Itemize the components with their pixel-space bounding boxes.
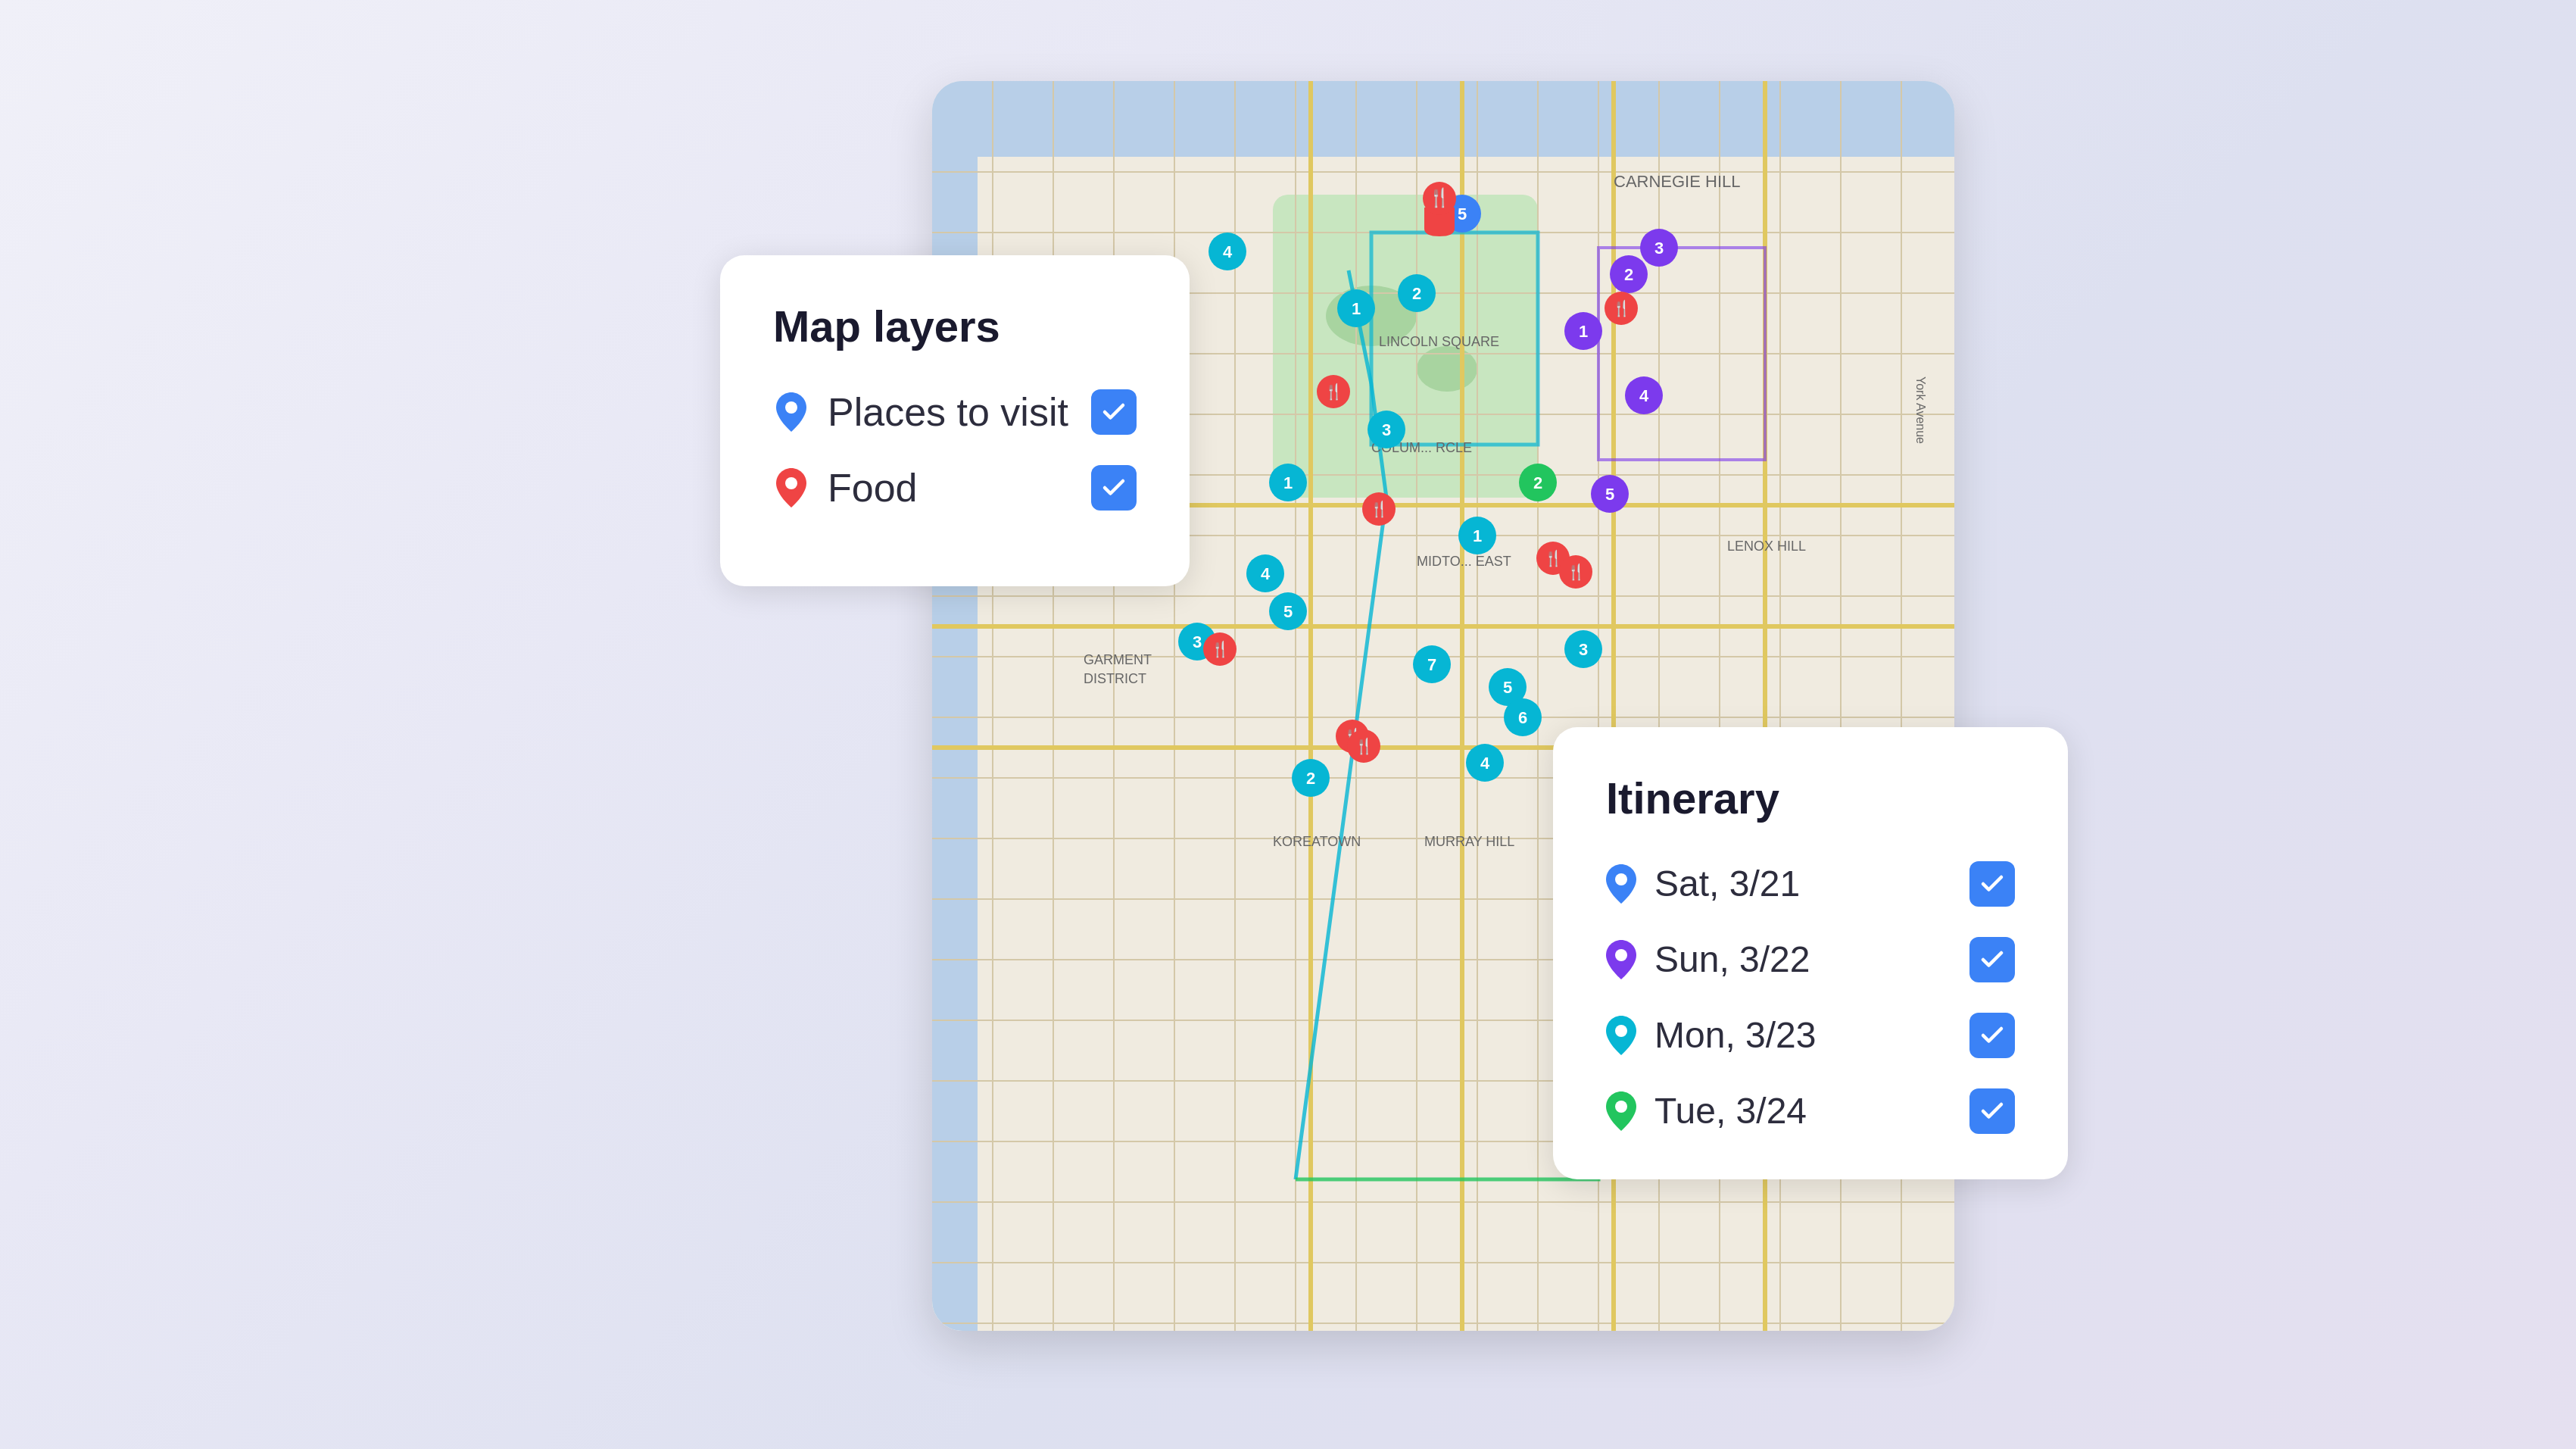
svg-text:5: 5 [1605, 485, 1614, 504]
svg-text:1: 1 [1352, 299, 1361, 318]
svg-text:2: 2 [1624, 265, 1633, 284]
svg-text:LINCOLN SQUARE: LINCOLN SQUARE [1379, 334, 1499, 349]
svg-text:1: 1 [1473, 526, 1482, 545]
svg-text:KOREATOWN: KOREATOWN [1273, 834, 1361, 849]
svg-text:GARMENT: GARMENT [1084, 652, 1152, 667]
svg-text:🍴: 🍴 [1428, 186, 1451, 208]
svg-text:1: 1 [1283, 473, 1293, 492]
svg-text:LENOX HILL: LENOX HILL [1727, 539, 1806, 554]
svg-text:DISTRICT: DISTRICT [1084, 671, 1146, 686]
itinerary-left-sat: Sat, 3/21 [1606, 863, 1800, 904]
map-wrapper: CARNEGIE HILL LINCOLN SQUARE COLUM... RC… [720, 81, 2007, 1369]
svg-text:7: 7 [1427, 655, 1436, 674]
svg-text:6: 6 [1518, 708, 1527, 727]
svg-text:York Avenue: York Avenue [1914, 376, 1927, 444]
places-pin-icon [773, 389, 809, 435]
itinerary-item-tue: Tue, 3/24 [1606, 1088, 2015, 1134]
tue-checkbox[interactable] [1969, 1088, 2015, 1134]
sun-date: Sun, 3/22 [1654, 938, 1810, 980]
itinerary-left-tue: Tue, 3/24 [1606, 1090, 1807, 1132]
svg-text:🍴: 🍴 [1211, 640, 1230, 658]
svg-point-129 [1615, 873, 1627, 885]
mon-date: Mon, 3/23 [1654, 1014, 1816, 1056]
svg-text:5: 5 [1458, 205, 1467, 223]
places-checkbox[interactable] [1091, 389, 1137, 435]
svg-point-131 [1615, 1025, 1627, 1037]
places-label: Places to visit [828, 389, 1068, 435]
svg-text:4: 4 [1261, 564, 1271, 583]
svg-text:1: 1 [1579, 322, 1588, 341]
svg-point-127 [785, 401, 797, 414]
itinerary-card: Itinerary Sat, 3/21 [1553, 727, 2068, 1179]
svg-text:5: 5 [1503, 678, 1512, 697]
food-label: Food [828, 465, 918, 511]
map-layers-card: Map layers Places to visit [720, 255, 1190, 586]
svg-text:2: 2 [1533, 473, 1542, 492]
svg-text:🍴: 🍴 [1324, 383, 1343, 401]
mon-checkbox[interactable] [1969, 1013, 2015, 1058]
svg-point-128 [785, 477, 797, 489]
svg-text:3: 3 [1579, 640, 1588, 659]
svg-text:🍴: 🍴 [1544, 549, 1563, 567]
svg-text:MIDTO... EAST: MIDTO... EAST [1417, 554, 1511, 569]
svg-point-130 [1615, 949, 1627, 961]
svg-text:2: 2 [1412, 284, 1421, 303]
svg-rect-2 [932, 81, 1954, 157]
svg-text:🍴: 🍴 [1370, 500, 1389, 518]
food-checkbox[interactable] [1091, 465, 1137, 511]
svg-text:3: 3 [1193, 632, 1202, 651]
itinerary-item-sun: Sun, 3/22 [1606, 937, 2015, 982]
tue-date: Tue, 3/24 [1654, 1090, 1807, 1132]
svg-text:🍴: 🍴 [1567, 563, 1586, 581]
svg-text:4: 4 [1480, 754, 1490, 773]
svg-text:3: 3 [1654, 239, 1664, 258]
map-layers-title: Map layers [773, 301, 1137, 351]
layer-left-places: Places to visit [773, 389, 1068, 435]
itinerary-item-mon: Mon, 3/23 [1606, 1013, 2015, 1058]
svg-text:MURRAY HILL: MURRAY HILL [1424, 834, 1514, 849]
svg-text:4: 4 [1639, 386, 1649, 405]
svg-text:CARNEGIE HILL: CARNEGIE HILL [1614, 172, 1741, 191]
itinerary-item-sat: Sat, 3/21 [1606, 861, 2015, 907]
svg-text:4: 4 [1223, 242, 1233, 261]
svg-point-132 [1615, 1101, 1627, 1113]
svg-text:3: 3 [1382, 420, 1391, 439]
page-container: CARNEGIE HILL LINCOLN SQUARE COLUM... RC… [0, 0, 2576, 1449]
sat-date: Sat, 3/21 [1654, 863, 1800, 904]
sat-checkbox[interactable] [1969, 861, 2015, 907]
itinerary-title: Itinerary [1606, 773, 2015, 823]
svg-text:2: 2 [1306, 769, 1315, 788]
food-pin-icon [773, 465, 809, 511]
layer-item-places: Places to visit [773, 389, 1137, 435]
itinerary-left-mon: Mon, 3/23 [1606, 1014, 1816, 1056]
svg-text:5: 5 [1283, 602, 1293, 621]
svg-text:🍴: 🍴 [1612, 299, 1631, 317]
sun-checkbox[interactable] [1969, 937, 2015, 982]
itinerary-left-sun: Sun, 3/22 [1606, 938, 1810, 980]
svg-text:🍴: 🍴 [1355, 737, 1374, 755]
layer-left-food: Food [773, 465, 918, 511]
layer-item-food: Food [773, 465, 1137, 511]
